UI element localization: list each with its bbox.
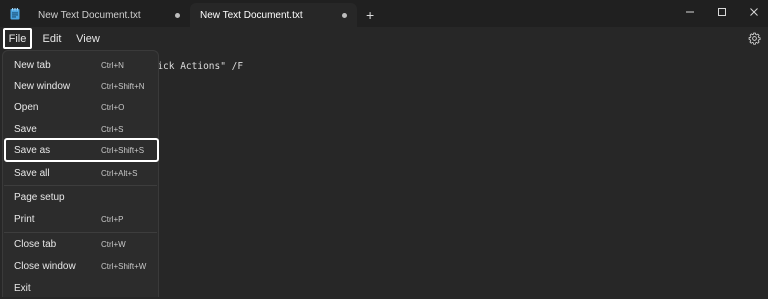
menu-item-shortcut: Ctrl+Alt+S <box>101 169 138 178</box>
tab-new-text-document-1[interactable]: New Text Document.txt <box>30 3 190 28</box>
menu-item-shortcut: Ctrl+P <box>101 215 124 224</box>
maximize-icon[interactable] <box>714 4 730 20</box>
settings-gear-icon[interactable] <box>748 32 761 45</box>
menu-item-label: Save <box>14 124 37 135</box>
title-bar: New Text Document.txt New Text Document.… <box>0 0 768 28</box>
view-menu-button[interactable]: View <box>75 30 101 47</box>
menu-item-new-tab[interactable]: New tab Ctrl+N <box>6 55 155 76</box>
tab-title: New Text Document.txt <box>200 10 303 21</box>
menu-item-shortcut: Ctrl+S <box>101 125 124 134</box>
menu-separator <box>4 232 157 233</box>
menu-item-label: Print <box>14 214 35 225</box>
menu-item-close-tab[interactable]: Close tab Ctrl+W <box>6 234 155 255</box>
menu-item-shortcut: Ctrl+O <box>101 103 125 112</box>
menu-item-label: Save as <box>14 144 51 156</box>
menu-item-label: Exit <box>14 283 31 294</box>
menu-item-shortcut: Ctrl+W <box>101 240 126 249</box>
new-tab-button[interactable]: + <box>366 8 374 22</box>
menu-bar: File Edit View <box>0 27 768 50</box>
menu-item-save[interactable]: Save Ctrl+S <box>6 119 155 140</box>
menu-item-shortcut: Ctrl+Shift+N <box>101 82 145 91</box>
edit-menu-button[interactable]: Edit <box>40 30 64 47</box>
unsaved-dot-icon[interactable] <box>175 13 180 18</box>
menu-separator <box>4 185 157 186</box>
menu-item-save-all[interactable]: Save all Ctrl+Alt+S <box>6 163 155 184</box>
file-menu-button[interactable]: File <box>3 28 32 49</box>
menu-item-label: Open <box>14 102 39 113</box>
file-dropdown-menu: New tab Ctrl+N New window Ctrl+Shift+N O… <box>2 50 159 297</box>
notepad-app-icon <box>10 8 20 20</box>
menu-item-label: New window <box>14 81 71 92</box>
menu-item-label: Save all <box>14 168 50 179</box>
menu-item-close-window[interactable]: Close window Ctrl+Shift+W <box>6 256 155 277</box>
close-icon[interactable] <box>746 4 762 20</box>
tab-title: New Text Document.txt <box>38 10 141 21</box>
menu-item-label: Close tab <box>14 239 57 250</box>
tab-new-text-document-2-active[interactable]: New Text Document.txt <box>190 3 357 28</box>
menu-item-open[interactable]: Open Ctrl+O <box>6 97 155 118</box>
menu-item-shortcut: Ctrl+Shift+W <box>101 262 147 271</box>
menu-item-new-window[interactable]: New window Ctrl+Shift+N <box>6 76 155 97</box>
minimize-icon[interactable] <box>682 4 698 20</box>
menu-item-print[interactable]: Print Ctrl+P <box>6 209 155 230</box>
menu-item-page-setup[interactable]: Page setup <box>6 187 155 208</box>
unsaved-dot-icon[interactable] <box>342 13 347 18</box>
menu-item-save-as[interactable]: Save as Ctrl+Shift+S <box>4 138 159 162</box>
menu-item-label: Page setup <box>14 192 65 203</box>
menu-item-shortcut: Ctrl+N <box>101 61 124 70</box>
menu-item-label: New tab <box>14 60 51 71</box>
menu-item-shortcut: Ctrl+Shift+S <box>101 145 145 155</box>
menu-item-label: Close window <box>14 261 76 272</box>
